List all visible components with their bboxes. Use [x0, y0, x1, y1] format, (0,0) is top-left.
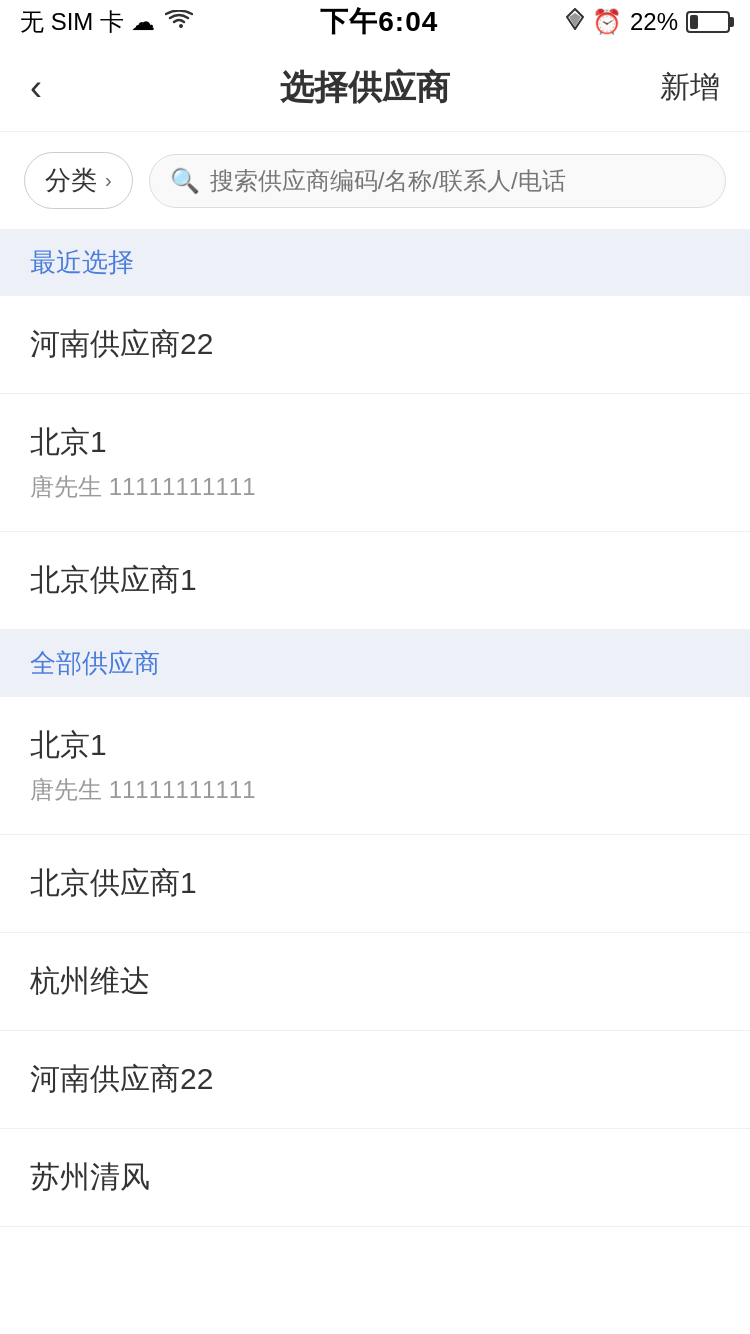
nav-bar: ‹ 选择供应商 新增 — [0, 44, 750, 132]
all-section-label: 全部供应商 — [30, 648, 160, 678]
item-sub: 唐先生 11111111111 — [30, 471, 720, 503]
list-item[interactable]: 北京供应商1 — [0, 532, 750, 630]
back-button[interactable]: ‹ — [30, 67, 90, 109]
item-sub: 唐先生 11111111111 — [30, 774, 720, 806]
list-item[interactable]: 北京1 唐先生 11111111111 — [0, 394, 750, 532]
item-name: 北京供应商1 — [30, 560, 720, 601]
chevron-right-icon: › — [105, 169, 112, 192]
category-label: 分类 — [45, 163, 97, 198]
all-items-list: 北京1 唐先生 11111111111 北京供应商1 杭州维达 河南供应商22 … — [0, 697, 750, 1227]
recent-section-header: 最近选择 — [0, 229, 750, 296]
recent-section-label: 最近选择 — [30, 247, 134, 277]
category-button[interactable]: 分类 › — [24, 152, 133, 209]
list-item[interactable]: 苏州清风 — [0, 1129, 750, 1227]
item-name: 杭州维达 — [30, 961, 720, 1002]
item-name: 河南供应商22 — [30, 324, 720, 365]
add-button[interactable]: 新增 — [640, 67, 720, 108]
list-item[interactable]: 杭州维达 — [0, 933, 750, 1031]
search-box[interactable]: 🔍 — [149, 154, 726, 208]
item-name: 苏州清风 — [30, 1157, 720, 1198]
all-section-header: 全部供应商 — [0, 630, 750, 697]
list-item[interactable]: 北京1 唐先生 11111111111 — [0, 697, 750, 835]
battery-percentage: 22% — [630, 8, 678, 36]
status-right: ⏰ 22% — [566, 8, 730, 36]
status-time: 下午6:04 — [320, 3, 438, 41]
item-name: 北京供应商1 — [30, 863, 720, 904]
list-item[interactable]: 河南供应商22 — [0, 296, 750, 394]
battery-icon — [686, 11, 730, 33]
list-item[interactable]: 北京供应商1 — [0, 835, 750, 933]
alarm-icon: ⏰ — [592, 8, 622, 36]
status-bar: 无 SIM 卡 ☁ 下午6:04 ⏰ 22% — [0, 0, 750, 44]
sim-status: 无 SIM 卡 ☁ — [20, 6, 155, 38]
item-name: 北京1 — [30, 422, 720, 463]
recent-items-list: 河南供应商22 北京1 唐先生 11111111111 北京供应商1 — [0, 296, 750, 630]
location-icon — [566, 8, 584, 36]
page-title: 选择供应商 — [280, 65, 450, 111]
wifi-icon — [165, 8, 193, 36]
item-name: 河南供应商22 — [30, 1059, 720, 1100]
search-input[interactable] — [210, 167, 705, 195]
search-icon: 🔍 — [170, 167, 200, 195]
status-left: 无 SIM 卡 ☁ — [20, 6, 193, 38]
filter-bar: 分类 › 🔍 — [0, 132, 750, 229]
item-name: 北京1 — [30, 725, 720, 766]
list-item[interactable]: 河南供应商22 — [0, 1031, 750, 1129]
